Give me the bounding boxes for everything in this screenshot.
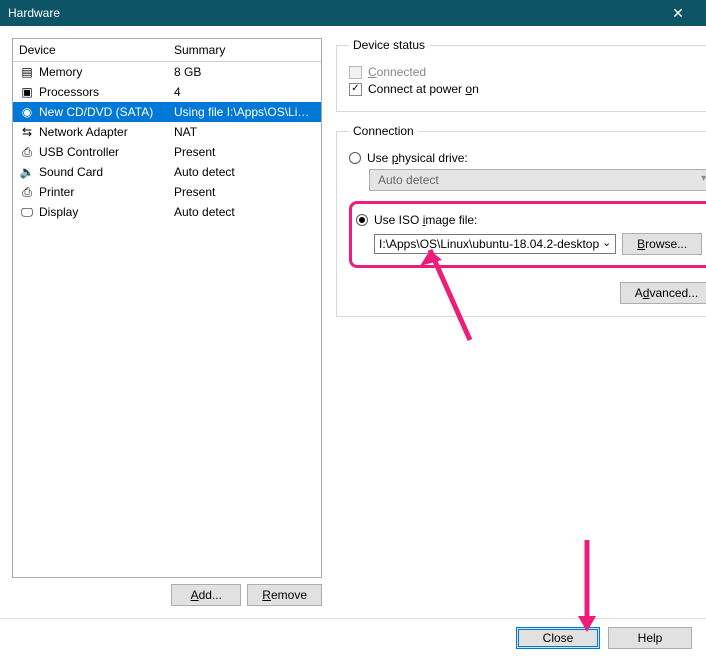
- device-summary: Using file I:\Apps\OS\Linux\...: [174, 105, 315, 119]
- disc-icon: ◉: [19, 104, 35, 120]
- dialog-footer: Close Help: [0, 618, 706, 657]
- device-name: New CD/DVD (SATA): [39, 105, 174, 119]
- col-header-summary: Summary: [174, 43, 315, 57]
- device-summary: 8 GB: [174, 65, 315, 79]
- usb-icon: ⎙: [19, 144, 35, 160]
- device-summary: Present: [174, 145, 315, 159]
- device-list[interactable]: Device Summary ▤ Memory8 GB ▣ Processors4 ◉ N…: [13, 39, 321, 577]
- use-iso-label: Use ISO image file:: [374, 213, 477, 227]
- nic-icon: ⇆: [19, 124, 35, 140]
- titlebar: Hardware ✕: [0, 0, 706, 26]
- device-row-5[interactable]: 🔉 Sound CardAuto detect: [13, 162, 321, 182]
- close-icon[interactable]: ✕: [658, 5, 698, 22]
- device-list-header: Device Summary: [13, 39, 321, 62]
- device-row-7[interactable]: 🖵 DisplayAuto detect: [13, 202, 321, 222]
- device-buttons: Add... Remove: [12, 578, 322, 606]
- iso-highlight: Use ISO image file: I:\Apps\OS\Linux\ubu…: [349, 201, 706, 268]
- use-physical-radio[interactable]: [349, 152, 361, 164]
- physical-drive-select: Auto detect: [369, 169, 706, 191]
- connection-group: Connection Use physical drive: Auto dete…: [336, 124, 706, 317]
- device-row-3[interactable]: ⇆ Network AdapterNAT: [13, 122, 321, 142]
- window-title: Hardware: [8, 6, 658, 20]
- connected-checkbox: [349, 66, 362, 79]
- browse-button[interactable]: Browse...: [622, 233, 702, 255]
- use-physical-label: Use physical drive:: [367, 151, 468, 165]
- col-header-device: Device: [19, 43, 174, 57]
- connection-legend: Connection: [349, 124, 418, 138]
- poweron-checkbox[interactable]: [349, 83, 362, 96]
- device-name: Display: [39, 205, 174, 219]
- device-name: Processors: [39, 85, 174, 99]
- cpu-icon: ▣: [19, 84, 35, 100]
- device-summary: Auto detect: [174, 165, 315, 179]
- device-summary: 4: [174, 85, 315, 99]
- device-summary: NAT: [174, 125, 315, 139]
- device-panel: Device Summary ▤ Memory8 GB ▣ Processors4 ◉ N…: [12, 38, 322, 578]
- use-iso-row[interactable]: Use ISO image file:: [356, 213, 702, 227]
- content: Device Summary ▤ Memory8 GB ▣ Processors4 ◉ N…: [0, 26, 706, 618]
- connected-label: Connected: [368, 65, 426, 79]
- device-name: Network Adapter: [39, 125, 174, 139]
- sound-icon: 🔉: [19, 164, 35, 180]
- help-button[interactable]: Help: [608, 627, 692, 649]
- use-iso-radio[interactable]: [356, 214, 368, 226]
- device-name: Printer: [39, 185, 174, 199]
- poweron-checkbox-row[interactable]: Connect at power on: [349, 82, 706, 96]
- iso-path-combo[interactable]: I:\Apps\OS\Linux\ubuntu-18.04.2-desktop: [374, 234, 616, 254]
- device-name: Memory: [39, 65, 174, 79]
- settings-panel: Device status Connected Connect at power…: [330, 38, 706, 606]
- add-button[interactable]: Add...: [171, 584, 241, 606]
- memory-icon: ▤: [19, 64, 35, 80]
- remove-button[interactable]: Remove: [247, 584, 322, 606]
- device-summary: Present: [174, 185, 315, 199]
- device-status-legend: Device status: [349, 38, 429, 52]
- device-row-1[interactable]: ▣ Processors4: [13, 82, 321, 102]
- device-name: USB Controller: [39, 145, 174, 159]
- poweron-label: Connect at power on: [368, 82, 479, 96]
- device-row-4[interactable]: ⎙ USB ControllerPresent: [13, 142, 321, 162]
- connected-checkbox-row: Connected: [349, 65, 706, 79]
- use-physical-row[interactable]: Use physical drive:: [349, 151, 706, 165]
- close-button[interactable]: Close: [516, 627, 600, 649]
- device-name: Sound Card: [39, 165, 174, 179]
- device-summary: Auto detect: [174, 205, 315, 219]
- device-row-6[interactable]: ⎙ PrinterPresent: [13, 182, 321, 202]
- device-status-group: Device status Connected Connect at power…: [336, 38, 706, 112]
- display-icon: 🖵: [19, 204, 35, 220]
- printer-icon: ⎙: [19, 184, 35, 200]
- device-row-0[interactable]: ▤ Memory8 GB: [13, 62, 321, 82]
- advanced-button[interactable]: Advanced...: [620, 282, 706, 304]
- device-row-2[interactable]: ◉ New CD/DVD (SATA)Using file I:\Apps\OS\…: [13, 102, 321, 122]
